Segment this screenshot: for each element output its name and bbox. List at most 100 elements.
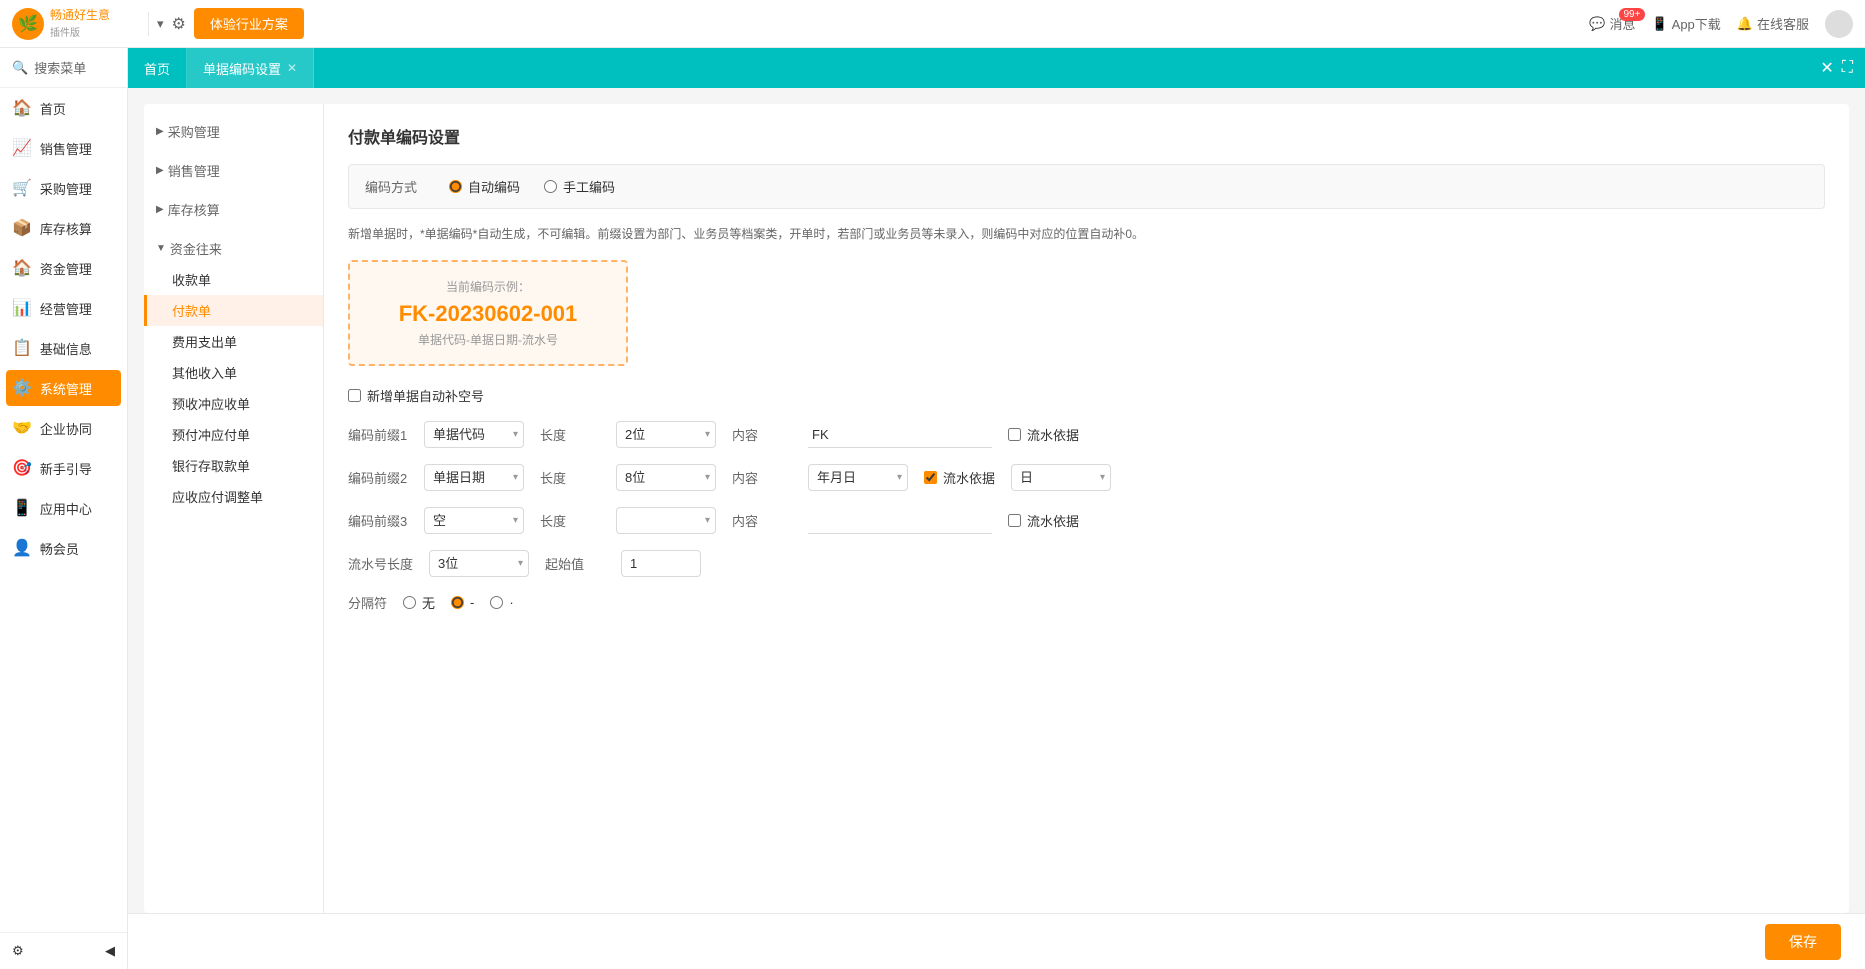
- waterflow2-checkbox[interactable]: [924, 471, 937, 484]
- sidebar-item-purchase[interactable]: 🛒 采购管理: [0, 168, 127, 208]
- app-download-btn[interactable]: 📱 App下载: [1651, 14, 1720, 33]
- auto-encoding-radio[interactable]: [449, 180, 462, 193]
- subnav-inventory-title[interactable]: ▶ 库存核算: [144, 194, 323, 225]
- top-right: 💬 消息 99+ 📱 App下载 🔔 在线客服: [1589, 10, 1853, 38]
- sidebar-item-finance[interactable]: 🏠 资金管理: [0, 248, 127, 288]
- subnav-item-receipt[interactable]: 收款单: [144, 264, 323, 295]
- content1-input[interactable]: [808, 422, 992, 448]
- manual-encoding-option[interactable]: 手工编码: [544, 177, 615, 196]
- sidebar-item-home[interactable]: 🏠 首页: [0, 88, 127, 128]
- save-button[interactable]: 保存: [1765, 924, 1841, 960]
- user-avatar[interactable]: [1825, 10, 1853, 38]
- length1-select[interactable]: 2位: [616, 421, 716, 448]
- length2-select[interactable]: 8位: [616, 464, 716, 491]
- sep-none-option[interactable]: 无: [403, 593, 435, 612]
- subnav-item-adjust[interactable]: 应收应付调整单: [144, 481, 323, 512]
- prefix3-select-wrapper: 空: [424, 507, 524, 534]
- sidebar-apps-label: 应用中心: [40, 499, 92, 518]
- sep-dot-radio[interactable]: [451, 596, 464, 609]
- tab-bar: 首页 单据编码设置 ✕ ✕ ⛶: [128, 48, 1865, 88]
- prefix1-select[interactable]: 单据代码: [424, 421, 524, 448]
- arrow-right-icon2: ▶: [156, 165, 164, 176]
- sidebar-item-coop[interactable]: 🤝 企业协同: [0, 408, 127, 448]
- arrow-down-icon: ▼: [156, 243, 166, 254]
- search-menu[interactable]: 🔍 搜索菜单: [0, 48, 127, 88]
- waterflow3-label[interactable]: 流水依据: [1008, 511, 1079, 530]
- sidebar-item-member[interactable]: 👤 畅会员: [0, 528, 127, 568]
- waterflow1-label[interactable]: 流水依据: [1008, 425, 1079, 444]
- subnav-item-prepay-pay[interactable]: 预付冲应付单: [144, 419, 323, 450]
- try-btn[interactable]: 体验行业方案: [194, 8, 304, 39]
- sidebar: 🔍 搜索菜单 🏠 首页 📈 销售管理 🛒 采购管理 📦 库存核算 🏠 资金管理 …: [0, 48, 128, 969]
- subnav-purchase-title[interactable]: ▶ 采购管理: [144, 116, 323, 147]
- content3-input[interactable]: [808, 508, 992, 534]
- bottom-bar: 保存: [128, 913, 1865, 969]
- waterflow2-unit-select[interactable]: 日: [1011, 464, 1111, 491]
- prefix3-label: 编码前缀3: [348, 511, 408, 530]
- nav-dropdown[interactable]: ▾: [157, 16, 164, 32]
- tab-home[interactable]: 首页: [128, 48, 187, 88]
- encoding-radio-group: 编码方式 自动编码 手工编码: [365, 177, 1808, 196]
- subnav-item-prepay-recv[interactable]: 预收冲应收单: [144, 388, 323, 419]
- subnav-finance-title[interactable]: ▼ 资金往来: [144, 233, 323, 264]
- sidebar-sales-label: 销售管理: [40, 139, 92, 158]
- waterflow3-text: 流水依据: [1027, 511, 1079, 530]
- search-menu-label: 搜索菜单: [34, 58, 86, 77]
- length3-label: 长度: [540, 511, 600, 530]
- length3-select[interactable]: [616, 507, 716, 534]
- sep-dot-label: -: [470, 595, 474, 610]
- sidebar-item-operation[interactable]: 📊 经营管理: [0, 288, 127, 328]
- home-icon: 🏠: [12, 98, 32, 118]
- sidebar-item-system[interactable]: ⚙️ 系统管理: [6, 370, 121, 406]
- coop-icon: 🤝: [12, 418, 32, 438]
- subnav-item-bank[interactable]: 银行存取款单: [144, 450, 323, 481]
- waterflow3-checkbox[interactable]: [1008, 514, 1021, 527]
- subnav-sales-title[interactable]: ▶ 销售管理: [144, 155, 323, 186]
- sep-other-radio[interactable]: [490, 596, 503, 609]
- settings-icon[interactable]: ⚙: [172, 14, 186, 34]
- prefix1-label: 编码前缀1: [348, 425, 408, 444]
- prefix1-select-wrapper: 单据代码: [424, 421, 524, 448]
- prefix2-select[interactable]: 单据日期: [424, 464, 524, 491]
- search-icon: 🔍: [12, 60, 28, 76]
- manual-encoding-radio[interactable]: [544, 180, 557, 193]
- start-value-input[interactable]: [621, 550, 701, 577]
- service-btn[interactable]: 🔔 在线客服: [1737, 14, 1809, 33]
- sidebar-item-sales[interactable]: 📈 销售管理: [0, 128, 127, 168]
- sidebar-item-guide[interactable]: 🎯 新手引导: [0, 448, 127, 488]
- expand-icon[interactable]: ⛶: [1842, 59, 1853, 77]
- content1-label: 内容: [732, 425, 792, 444]
- serial-length-select[interactable]: 3位: [429, 550, 529, 577]
- content2-select[interactable]: 年月日: [808, 464, 908, 491]
- sep-other-option[interactable]: ·: [490, 595, 513, 610]
- divider: [148, 12, 149, 36]
- sidebar-settings-icon[interactable]: ⚙: [12, 943, 24, 959]
- prefix2-select-wrapper: 单据日期: [424, 464, 524, 491]
- message-btn[interactable]: 💬 消息 99+: [1589, 14, 1635, 33]
- tab-close-icon[interactable]: ✕: [287, 61, 297, 75]
- auto-encoding-option[interactable]: 自动编码: [449, 177, 520, 196]
- subnav-group-finance: ▼ 资金往来 收款单 付款单 费用支出单 其他收入单: [144, 229, 323, 516]
- message-badge: 99+: [1619, 8, 1646, 21]
- service-label: 在线客服: [1757, 14, 1809, 33]
- auto-fill-checkbox-label[interactable]: 新增单据自动补空号: [348, 386, 484, 405]
- auto-fill-row: 新增单据自动补空号: [348, 386, 1825, 405]
- sidebar-item-inventory[interactable]: 📦 库存核算: [0, 208, 127, 248]
- sep-none-radio[interactable]: [403, 596, 416, 609]
- sidebar-item-base[interactable]: 📋 基础信息: [0, 328, 127, 368]
- minimize-icon[interactable]: ✕: [1820, 58, 1833, 78]
- guide-icon: 🎯: [12, 458, 32, 478]
- subnav-item-payment[interactable]: 付款单: [144, 295, 323, 326]
- subnav-item-other-income[interactable]: 其他收入单: [144, 357, 323, 388]
- sep-dot-option[interactable]: -: [451, 595, 474, 610]
- waterflow2-label[interactable]: 流水依据: [924, 468, 995, 487]
- sidebar-collapse-icon[interactable]: ◀: [105, 943, 115, 959]
- waterflow1-checkbox[interactable]: [1008, 428, 1021, 441]
- prefix3-select[interactable]: 空: [424, 507, 524, 534]
- sidebar-base-label: 基础信息: [40, 339, 92, 358]
- subnav-item-expense[interactable]: 费用支出单: [144, 326, 323, 357]
- tab-encoding[interactable]: 单据编码设置 ✕: [187, 48, 314, 88]
- auto-fill-checkbox[interactable]: [348, 389, 361, 402]
- logo-icon: 🌿: [12, 8, 44, 40]
- sidebar-item-apps[interactable]: 📱 应用中心: [0, 488, 127, 528]
